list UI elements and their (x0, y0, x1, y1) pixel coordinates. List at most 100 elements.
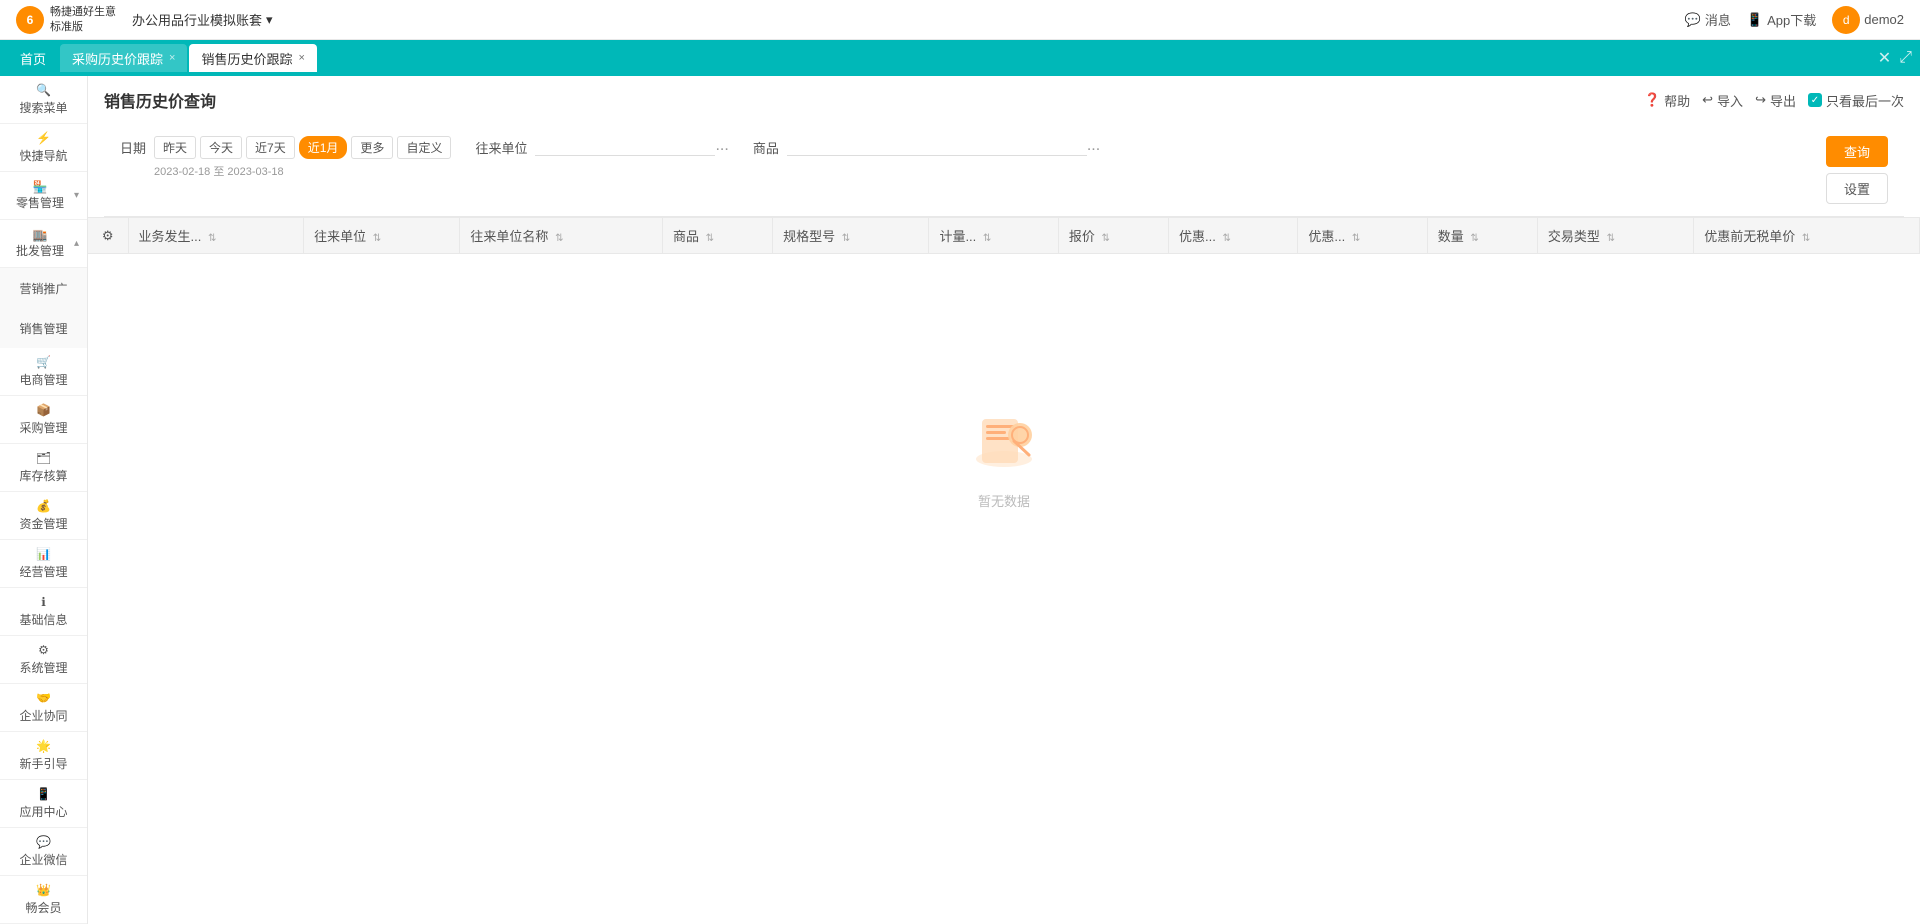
sidebar-item-newbie[interactable]: 🌟 新手引导 (0, 732, 87, 780)
col-biz-date[interactable]: 业务发生... ⇅ (128, 218, 304, 254)
tab-bar-actions: ✕ ⤢ (1878, 48, 1912, 68)
partner-filter-group: 往来单位 ... (475, 136, 728, 157)
sidebar-item-ecommerce[interactable]: 🛒 电商管理 (0, 348, 87, 396)
date-buttons: 昨天 今天 近7天 近1月 更多 自定义 (154, 136, 451, 159)
col-unit[interactable]: 计量... ⇅ (929, 218, 1058, 254)
sidebar-item-operation[interactable]: 📊 经营管理 (0, 540, 87, 588)
partner-dots-btn[interactable]: ... (715, 137, 728, 155)
date-btn-today[interactable]: 今天 (200, 136, 242, 159)
col-partner-name[interactable]: 往来单位名称 ⇅ (460, 218, 663, 254)
goods-dots-btn[interactable]: ... (1087, 137, 1100, 155)
sidebar-item-enterprise-coop[interactable]: 🤝 企业协同 (0, 684, 87, 732)
wholesale-icon: 🏬 (33, 228, 48, 242)
col-discount2[interactable]: 优惠... ⇅ (1298, 218, 1427, 254)
date-filter-content: 昨天 今天 近7天 近1月 更多 自定义 2023-02-18 至 2023-0… (154, 136, 451, 179)
tab-purchase-history-close[interactable]: × (169, 52, 175, 64)
search-icon: 🔍 (36, 83, 51, 97)
only-last-checkbox[interactable]: ✓ (1808, 93, 1822, 107)
tab-home[interactable]: 首页 (8, 44, 58, 72)
col-discount1[interactable]: 优惠... ⇅ (1168, 218, 1297, 254)
import-btn[interactable]: ↩ 导入 (1702, 91, 1743, 110)
partner-filter-label: 往来单位 (475, 136, 527, 157)
page-actions: ❓ 帮助 ↩ 导入 ↪ 导出 ✓ 只看最后一次 (1644, 91, 1904, 110)
sidebar-item-retail[interactable]: 🏪 零售管理 ▾ (0, 172, 87, 220)
col-spec[interactable]: 规格型号 ⇅ (773, 218, 929, 254)
col-partner-code[interactable]: 往来单位 ⇅ (304, 218, 460, 254)
empty-text: 暂无数据 (978, 491, 1030, 510)
sort-pre-tax-price-icon: ⇅ (1802, 233, 1810, 244)
goods-filter-group: 商品 ... (753, 136, 1100, 157)
sidebar-item-enterprise-wechat[interactable]: 💬 企业微信 (0, 828, 87, 876)
query-button[interactable]: 查询 (1826, 136, 1888, 167)
sort-discount2-icon: ⇅ (1352, 233, 1360, 244)
export-btn[interactable]: ↪ 导出 (1755, 91, 1796, 110)
sort-biz-date-icon: ⇅ (208, 233, 216, 244)
enterprise-coop-icon: 🤝 (36, 691, 51, 705)
sidebar-item-quick-nav[interactable]: ⚡ 快捷导航 (0, 124, 87, 172)
page-header: 销售历史价查询 ❓ 帮助 ↩ 导入 ↪ 导出 ✓ (88, 76, 1920, 218)
sidebar-item-member[interactable]: 👑 畅会员 (0, 876, 87, 924)
empty-state-icon (964, 399, 1044, 479)
sidebar-item-system[interactable]: ⚙ 系统管理 (0, 636, 87, 684)
app-center-icon: 📱 (36, 787, 51, 801)
message-action[interactable]: 💬 消息 (1685, 10, 1731, 29)
col-pre-tax-price[interactable]: 优惠前无税单价 ⇅ (1694, 218, 1920, 254)
sort-goods-icon: ⇅ (706, 233, 714, 244)
date-btn-custom[interactable]: 自定义 (397, 136, 451, 159)
dropdown-arrow-icon: ▾ (266, 12, 273, 28)
purchase-icon: 📦 (36, 403, 51, 417)
help-btn[interactable]: ❓ 帮助 (1644, 91, 1690, 110)
col-quantity[interactable]: 数量 ⇅ (1427, 218, 1537, 254)
sort-trade-type-icon: ⇅ (1607, 233, 1615, 244)
date-btn-more[interactable]: 更多 (351, 136, 393, 159)
tab-close-all-btn[interactable]: ✕ (1878, 48, 1891, 68)
user-profile[interactable]: d demo2 (1832, 6, 1904, 34)
settings-button[interactable]: 设置 (1826, 173, 1888, 204)
sort-quote-icon: ⇅ (1101, 233, 1109, 244)
empty-state: 暂无数据 (88, 254, 1920, 654)
content-area: 销售历史价查询 ❓ 帮助 ↩ 导入 ↪ 导出 ✓ (88, 76, 1920, 924)
sort-partner-name-icon: ⇅ (555, 233, 563, 244)
top-bar: 6 畅捷通好生意 标准版 办公用品行业模拟账套 ▾ 💬 消息 📱 App下载 d… (0, 0, 1920, 40)
page-title-row: 销售历史价查询 ❓ 帮助 ↩ 导入 ↪ 导出 ✓ (104, 88, 1904, 112)
sort-discount1-icon: ⇅ (1222, 233, 1230, 244)
logo-text: 畅捷通好生意 标准版 (50, 5, 116, 34)
sidebar-item-app-center[interactable]: 📱 应用中心 (0, 780, 87, 828)
table-container: ⚙ 业务发生... ⇅ 往来单位 ⇅ 往来单位名称 ⇅ (88, 218, 1920, 924)
date-btn-yesterday[interactable]: 昨天 (154, 136, 196, 159)
col-goods[interactable]: 商品 ⇅ (662, 218, 772, 254)
sidebar: 🔍 搜索菜单 ⚡ 快捷导航 🏪 零售管理 ▾ 🏬 批发管理 ▴ 营销推广 销售管… (0, 76, 88, 924)
sidebar-item-purchase[interactable]: 📦 采购管理 (0, 396, 87, 444)
sidebar-item-marketing[interactable]: 营销推广 (0, 268, 87, 308)
app-download-action[interactable]: 📱 App下载 (1747, 10, 1816, 29)
col-settings[interactable]: ⚙ (88, 218, 128, 254)
sidebar-item-finance[interactable]: 💰 资金管理 (0, 492, 87, 540)
sidebar-item-sales-mgmt[interactable]: 销售管理 (0, 308, 87, 348)
date-filter-group: 日期 昨天 今天 近7天 近1月 更多 自定义 2023-02-18 至 202… (120, 136, 451, 179)
sidebar-item-basic-info[interactable]: ℹ 基础信息 (0, 588, 87, 636)
account-selector[interactable]: 办公用品行业模拟账套 ▾ (124, 6, 281, 33)
sidebar-item-search[interactable]: 🔍 搜索菜单 (0, 76, 87, 124)
col-trade-type[interactable]: 交易类型 ⇅ (1537, 218, 1693, 254)
filter-right-group: 查询 设置 (1826, 136, 1888, 204)
tab-sales-history[interactable]: 销售历史价跟踪 × (189, 44, 316, 72)
sidebar-item-wholesale[interactable]: 🏬 批发管理 ▴ (0, 220, 87, 268)
partner-input[interactable] (535, 136, 715, 156)
date-btn-1month[interactable]: 近1月 (299, 136, 348, 159)
ecommerce-icon: 🛒 (36, 355, 51, 369)
system-icon: ⚙ (38, 643, 49, 657)
sort-partner-code-icon: ⇅ (373, 233, 381, 244)
col-quote[interactable]: 报价 ⇅ (1058, 218, 1168, 254)
avatar: d (1832, 6, 1860, 34)
page-title: 销售历史价查询 (104, 88, 216, 112)
date-btn-7days[interactable]: 近7天 (246, 136, 295, 159)
tab-purchase-history[interactable]: 采购历史价跟踪 × (60, 44, 187, 72)
tab-maximize-btn[interactable]: ⤢ (1899, 49, 1912, 67)
sidebar-item-inventory[interactable]: 🗂 库存核算 (0, 444, 87, 492)
finance-icon: 💰 (36, 499, 51, 513)
member-icon: 👑 (36, 883, 51, 897)
tab-sales-history-close[interactable]: × (298, 52, 304, 64)
settings-icon: ⚙ (102, 228, 114, 243)
only-last-checkbox-area[interactable]: ✓ 只看最后一次 (1808, 91, 1904, 110)
goods-input[interactable] (787, 136, 1087, 156)
